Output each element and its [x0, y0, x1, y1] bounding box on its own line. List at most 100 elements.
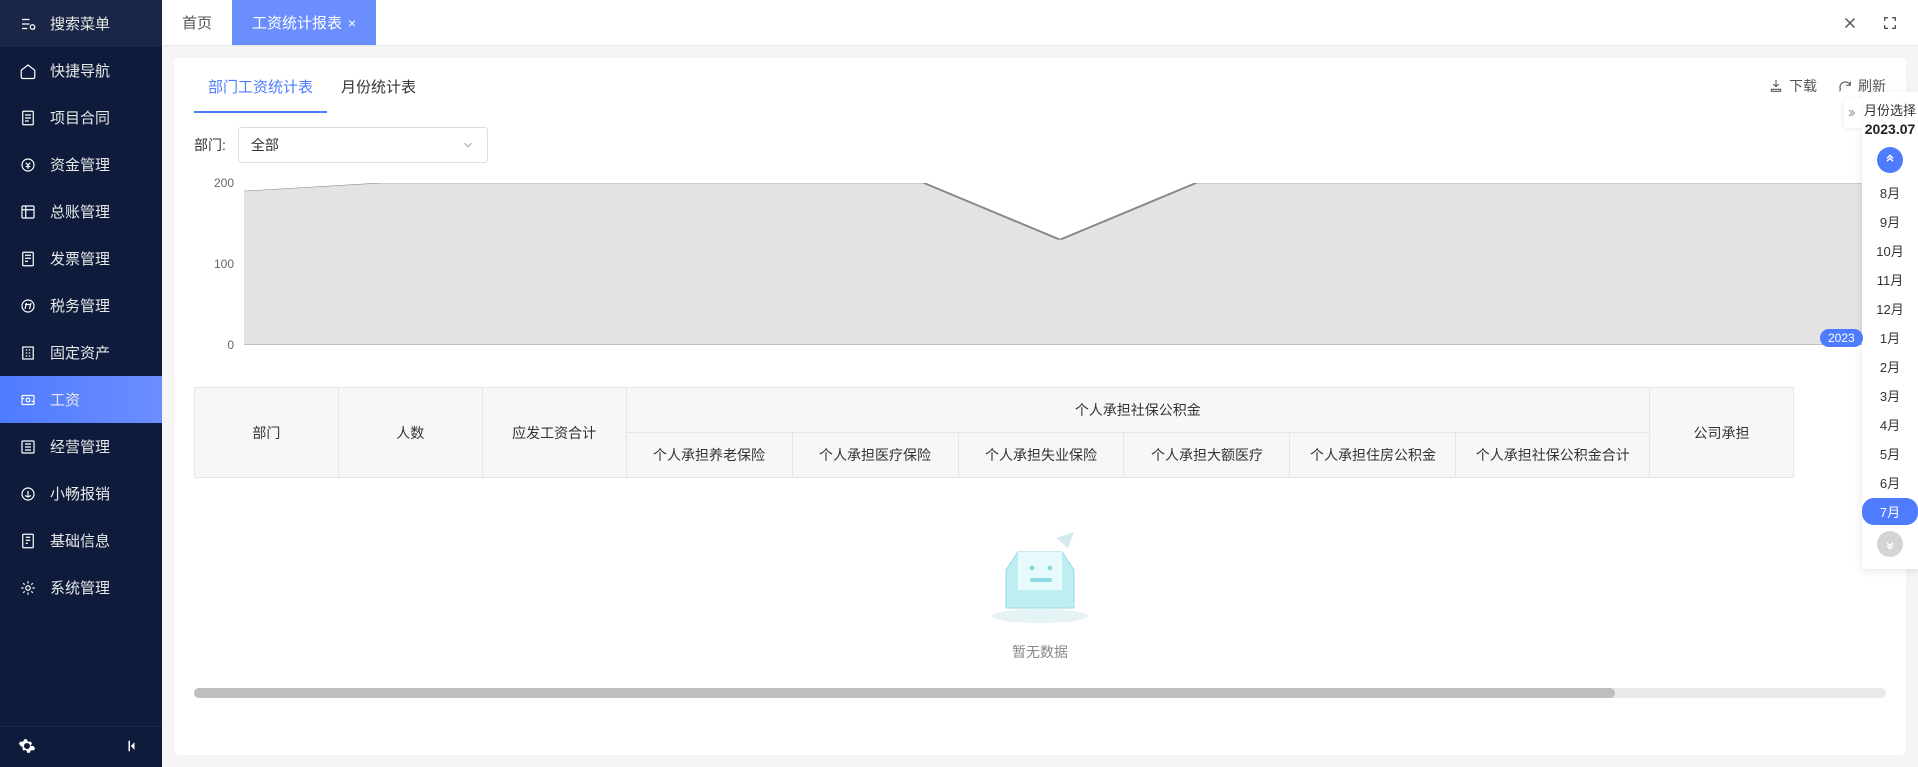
table-header: 应发工资合计: [482, 388, 626, 478]
fullscreen-button[interactable]: [1872, 5, 1908, 41]
chart-ytick: 100: [194, 257, 234, 271]
contract-icon: [18, 108, 38, 128]
tab-bar: 首页工资统计报表×: [162, 0, 1918, 46]
month-item[interactable]: 7月: [1862, 498, 1918, 525]
sidebar-item-1[interactable]: 快捷导航: [0, 47, 162, 94]
department-select[interactable]: 全部: [238, 127, 488, 163]
building-icon: [18, 343, 38, 363]
month-item[interactable]: 8月: [1862, 179, 1918, 206]
sidebar-item-9[interactable]: 经营管理: [0, 423, 162, 470]
month-item[interactable]: 5月: [1862, 440, 1918, 467]
tab-close-icon[interactable]: ×: [348, 15, 356, 31]
sidebar-item-4[interactable]: 总账管理: [0, 188, 162, 235]
business-icon: [18, 437, 38, 457]
table-group-header: 个人承担社保公积金: [626, 388, 1650, 433]
table-subheader: 个人承担大额医疗: [1124, 433, 1290, 478]
month-item[interactable]: 2月: [1862, 353, 1918, 380]
table-header: 部门: [195, 388, 339, 478]
sidebar: 搜索菜单快捷导航项目合同资金管理总账管理发票管理税务管理固定资产工资经营管理小畅…: [0, 0, 162, 767]
empty-illustration-icon: [970, 508, 1110, 628]
close-all-tabs-button[interactable]: [1832, 5, 1868, 41]
sidebar-item-11[interactable]: 基础信息: [0, 517, 162, 564]
search-list-icon: [18, 14, 38, 34]
sidebar-item-2[interactable]: 项目合同: [0, 94, 162, 141]
info-icon: [18, 531, 38, 551]
sidebar-item-8[interactable]: 工资: [0, 376, 162, 423]
table-subheader: 个人承担住房公积金: [1290, 433, 1456, 478]
month-prev-button[interactable]: [1877, 147, 1903, 173]
download-label: 下载: [1789, 76, 1817, 96]
home-icon: [18, 61, 38, 81]
sidebar-item-6[interactable]: 税务管理: [0, 282, 162, 329]
gear-icon[interactable]: [18, 737, 38, 757]
sidebar-item-label: 资金管理: [50, 154, 110, 175]
expense-icon: [18, 484, 38, 504]
download-icon: [1768, 78, 1784, 94]
year-badge: 2023: [1820, 329, 1863, 347]
month-next-button[interactable]: [1877, 531, 1903, 557]
month-panel-collapse-button[interactable]: [1844, 98, 1862, 128]
table-subheader: 个人承担失业保险: [958, 433, 1124, 478]
salary-table-scroll[interactable]: 部门人数应发工资合计个人承担社保公积金公司承担个人承担养老保险个人承担医疗保险个…: [174, 373, 1906, 478]
department-select-value: 全部: [251, 135, 279, 155]
month-item[interactable]: 10月: [1862, 237, 1918, 264]
sidebar-bottom: [0, 726, 162, 767]
sidebar-item-0[interactable]: 搜索菜单: [0, 0, 162, 47]
subtab-1[interactable]: 月份统计表: [327, 58, 430, 113]
month-panel-current: 2023.07: [1865, 121, 1916, 137]
sidebar-item-label: 税务管理: [50, 295, 110, 316]
sidebar-item-label: 系统管理: [50, 577, 110, 598]
download-button[interactable]: 下载: [1768, 76, 1817, 96]
salary-table: 部门人数应发工资合计个人承担社保公积金公司承担个人承担养老保险个人承担医疗保险个…: [194, 387, 1794, 478]
sidebar-item-label: 快捷导航: [50, 60, 110, 81]
subtab-0[interactable]: 部门工资统计表: [194, 58, 327, 113]
sidebar-item-label: 搜索菜单: [50, 13, 110, 34]
month-item[interactable]: 3月: [1862, 382, 1918, 409]
sidebar-item-10[interactable]: 小畅报销: [0, 470, 162, 517]
table-subheader: 个人承担社保公积金合计: [1456, 433, 1650, 478]
month-panel-title: 月份选择: [1864, 100, 1916, 119]
chart-ytick: 200: [194, 176, 234, 190]
tab-1[interactable]: 工资统计报表×: [232, 0, 376, 45]
sidebar-item-3[interactable]: 资金管理: [0, 141, 162, 188]
empty-state: 暂无数据: [174, 478, 1906, 682]
month-item[interactable]: 11月: [1862, 266, 1918, 293]
empty-text: 暂无数据: [1012, 642, 1068, 662]
month-item[interactable]: 9月: [1862, 208, 1918, 235]
salary-chart: 0100200: [194, 183, 1886, 363]
month-item[interactable]: 12月: [1862, 295, 1918, 322]
system-icon: [18, 578, 38, 598]
chevron-down-icon: [461, 138, 475, 152]
refresh-icon: [1837, 78, 1853, 94]
invoice-icon: [18, 249, 38, 269]
sidebar-item-label: 经营管理: [50, 436, 110, 457]
chart-ytick: 0: [194, 338, 234, 352]
month-picker-panel: 月份选择 2023.07 8月9月10月11月12月1月20232月3月4月5月…: [1862, 92, 1918, 569]
department-filter-label: 部门:: [194, 135, 226, 155]
collapse-icon[interactable]: [124, 737, 144, 757]
tax-icon: [18, 296, 38, 316]
salary-icon: [18, 390, 38, 410]
tab-0[interactable]: 首页: [162, 0, 232, 45]
month-item[interactable]: 1月2023: [1862, 324, 1918, 351]
horizontal-scrollbar[interactable]: [194, 688, 1886, 698]
sidebar-item-label: 小畅报销: [50, 483, 110, 504]
main-panel: 部门工资统计表月份统计表 下载 刷新: [174, 58, 1906, 755]
sidebar-item-label: 项目合同: [50, 107, 110, 128]
scrollbar-thumb[interactable]: [194, 688, 1615, 698]
sidebar-item-label: 工资: [50, 389, 80, 410]
month-item[interactable]: 4月: [1862, 411, 1918, 438]
sidebar-item-label: 基础信息: [50, 530, 110, 551]
table-subheader: 个人承担医疗保险: [792, 433, 958, 478]
tab-label: 首页: [182, 12, 212, 33]
sidebar-item-label: 总账管理: [50, 201, 110, 222]
money-icon: [18, 155, 38, 175]
month-item[interactable]: 6月: [1862, 469, 1918, 496]
sidebar-item-12[interactable]: 系统管理: [0, 564, 162, 611]
table-subheader: 个人承担养老保险: [626, 433, 792, 478]
table-header: 人数: [338, 388, 482, 478]
sidebar-item-5[interactable]: 发票管理: [0, 235, 162, 282]
ledger-icon: [18, 202, 38, 222]
sidebar-item-7[interactable]: 固定资产: [0, 329, 162, 376]
sidebar-item-label: 发票管理: [50, 248, 110, 269]
